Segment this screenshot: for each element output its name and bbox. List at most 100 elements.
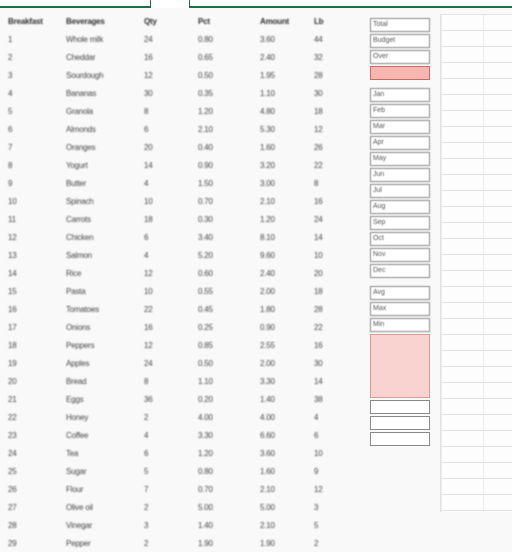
data-cell[interactable]: 3.60 (260, 446, 306, 462)
summary-box-empty[interactable] (370, 400, 430, 414)
data-cell[interactable]: Carrots (66, 212, 136, 228)
data-cell[interactable]: 4.00 (260, 410, 306, 426)
data-cell[interactable]: 19 (8, 356, 58, 372)
empty-gridlines[interactable] (440, 14, 512, 512)
data-cell[interactable]: 0.70 (198, 482, 234, 498)
data-cell[interactable]: 3 (314, 500, 350, 516)
data-cell[interactable]: Bananas (66, 86, 136, 102)
data-cell[interactable]: Honey (66, 410, 136, 426)
data-cell[interactable]: 30 (144, 86, 190, 102)
data-cell[interactable]: 22 (144, 302, 190, 318)
data-cell[interactable]: 28 (314, 302, 350, 318)
data-cell[interactable]: 5.30 (260, 122, 306, 138)
summary-box[interactable]: Jun (370, 168, 430, 182)
data-cell[interactable]: 8 (144, 104, 190, 120)
data-cell[interactable]: Onions (66, 320, 136, 336)
data-cell[interactable]: 18 (144, 212, 190, 228)
data-cell[interactable]: 0.20 (198, 392, 234, 408)
data-cell[interactable]: 0.60 (198, 266, 234, 282)
data-cell[interactable]: 36 (144, 392, 190, 408)
summary-box[interactable]: Oct (370, 232, 430, 246)
column-header[interactable]: Qty (144, 14, 190, 30)
data-cell[interactable]: 2 (144, 536, 190, 552)
data-cell[interactable]: 1.90 (198, 536, 234, 552)
data-cell[interactable]: 2.10 (260, 194, 306, 210)
data-cell[interactable]: Apples (66, 356, 136, 372)
data-cell[interactable]: 24 (144, 32, 190, 48)
data-cell[interactable]: 1.10 (260, 86, 306, 102)
data-cell[interactable]: 6 (8, 122, 58, 138)
summary-box[interactable]: Over (370, 50, 430, 64)
data-cell[interactable]: 6 (314, 428, 350, 444)
data-cell[interactable]: 0.90 (198, 158, 234, 174)
data-cell[interactable]: 8.10 (260, 230, 306, 246)
data-cell[interactable]: 0.40 (198, 140, 234, 156)
data-cell[interactable]: 4 (8, 86, 58, 102)
data-cell[interactable]: 16 (314, 338, 350, 354)
data-cell[interactable]: 6 (144, 230, 190, 246)
data-cell[interactable]: 10 (8, 194, 58, 210)
data-cell[interactable]: 8 (8, 158, 58, 174)
data-cell[interactable]: 14 (314, 230, 350, 246)
data-cell[interactable]: 1.20 (260, 212, 306, 228)
data-cell[interactable]: 2.40 (260, 50, 306, 66)
data-cell[interactable]: Sugar (66, 464, 136, 480)
data-cell[interactable]: 16 (314, 194, 350, 210)
data-cell[interactable]: Almonds (66, 122, 136, 138)
data-cell[interactable]: 12 (314, 122, 350, 138)
summary-box[interactable]: Budget (370, 34, 430, 48)
data-cell[interactable]: 12 (144, 266, 190, 282)
data-cell[interactable]: 0.55 (198, 284, 234, 300)
data-cell[interactable]: 18 (314, 284, 350, 300)
data-cell[interactable]: 1.95 (260, 68, 306, 84)
data-cell[interactable]: 5.00 (198, 500, 234, 516)
data-cell[interactable]: 1.50 (198, 176, 234, 192)
data-cell[interactable]: 1 (8, 32, 58, 48)
data-cell[interactable]: 10 (144, 194, 190, 210)
data-cell[interactable]: 1.80 (260, 302, 306, 318)
data-cell[interactable]: 1.40 (198, 518, 234, 534)
data-cell[interactable]: 4.00 (198, 410, 234, 426)
data-cell[interactable]: 32 (314, 50, 350, 66)
data-cell[interactable]: 27 (8, 500, 58, 516)
data-cell[interactable]: 14 (314, 374, 350, 390)
data-cell[interactable]: 21 (8, 392, 58, 408)
summary-box[interactable]: Total (370, 18, 430, 32)
summary-box[interactable]: Nov (370, 248, 430, 262)
data-cell[interactable]: 2.10 (198, 122, 234, 138)
data-cell[interactable]: 6.60 (260, 428, 306, 444)
summary-box[interactable]: Jan (370, 88, 430, 102)
data-cell[interactable]: Spinach (66, 194, 136, 210)
data-cell[interactable]: 12 (8, 230, 58, 246)
data-cell[interactable]: Oranges (66, 140, 136, 156)
summary-box-empty[interactable] (370, 432, 430, 446)
data-cell[interactable]: 44 (314, 32, 350, 48)
data-cell[interactable]: 4 (144, 248, 190, 264)
ribbon-active-tab[interactable] (150, 0, 190, 8)
data-cell[interactable]: 1.10 (198, 374, 234, 390)
data-cell[interactable]: 4 (144, 428, 190, 444)
highlight-box-pink[interactable] (370, 334, 430, 398)
data-cell[interactable]: 16 (8, 302, 58, 318)
data-cell[interactable]: 2.55 (260, 338, 306, 354)
data-cell[interactable]: 2.00 (260, 284, 306, 300)
data-cell[interactable]: 20 (144, 140, 190, 156)
data-cell[interactable]: 29 (8, 536, 58, 552)
data-cell[interactable]: 20 (314, 266, 350, 282)
data-cell[interactable]: 3.20 (260, 158, 306, 174)
column-header[interactable]: Lb (314, 14, 350, 30)
data-cell[interactable]: 28 (8, 518, 58, 534)
data-cell[interactable]: 1.90 (260, 536, 306, 552)
data-cell[interactable]: 3.40 (198, 230, 234, 246)
data-cell[interactable]: Tea (66, 446, 136, 462)
data-cell[interactable]: 1.40 (260, 392, 306, 408)
data-cell[interactable]: 14 (8, 266, 58, 282)
data-cell[interactable]: 22 (314, 158, 350, 174)
data-cell[interactable]: Bread (66, 374, 136, 390)
data-cell[interactable]: Whole milk (66, 32, 136, 48)
data-cell[interactable]: 26 (314, 140, 350, 156)
column-header[interactable]: Pct (198, 14, 234, 30)
summary-box[interactable]: Min (370, 318, 430, 332)
column-header[interactable]: Beverages (66, 14, 136, 30)
data-cell[interactable]: Chicken (66, 230, 136, 246)
